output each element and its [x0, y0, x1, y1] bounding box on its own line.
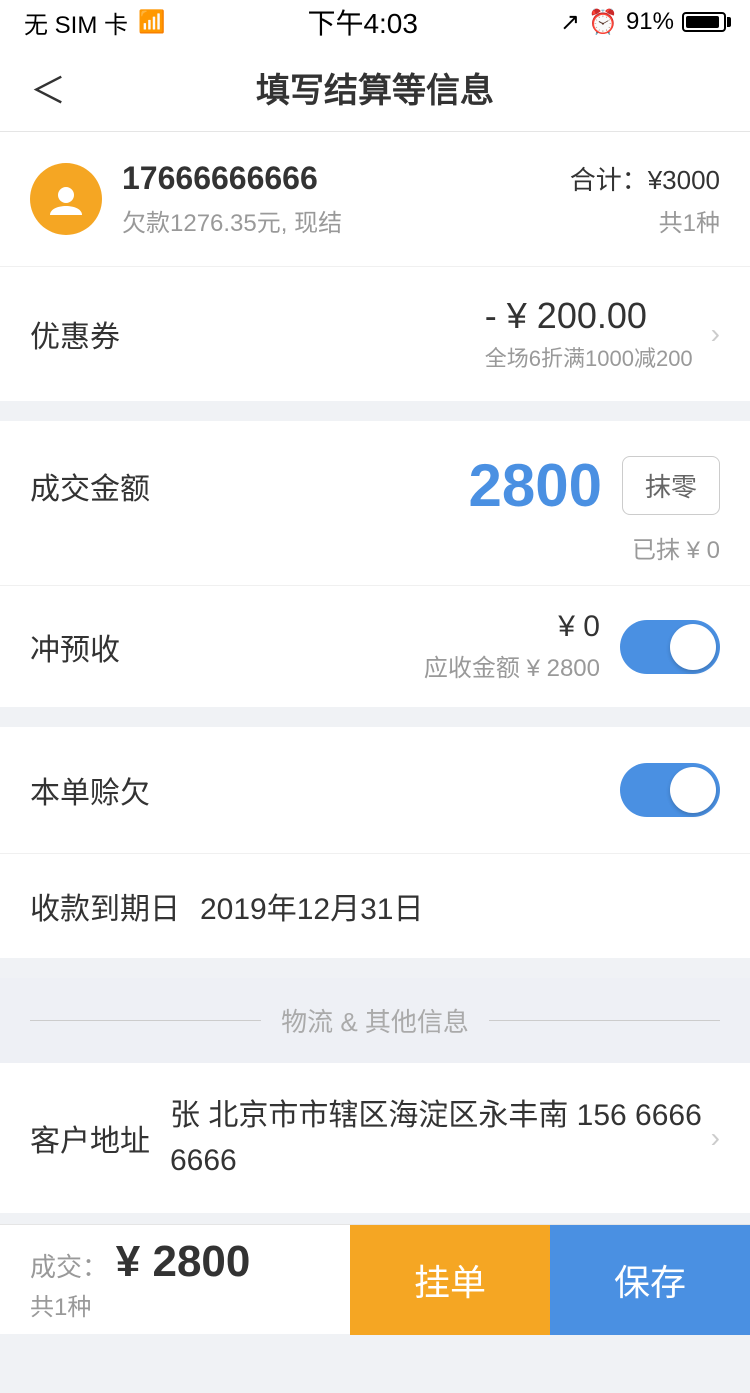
address-label: 客户地址 [30, 1116, 150, 1160]
divider-line-left [30, 1020, 261, 1021]
address-chevron-icon: › [711, 1122, 720, 1154]
coupon-chevron-icon: › [711, 318, 720, 350]
logistics-divider: 物流 & 其他信息 [0, 978, 750, 1063]
customer-debt: 欠款1276.35元, 现结 [122, 203, 342, 238]
address-value: 张 北京市市辖区海淀区永丰南 156 6666 6666 [170, 1093, 703, 1183]
bottom-summary: 成交： ¥ 2800 共1种 [0, 1237, 350, 1322]
prepay-row: 冲预收 ¥ 0 应收金额 ¥ 2800 [0, 585, 750, 707]
status-right: ↗ ⏰ 91% [560, 8, 726, 37]
customer-row: 17666666666 欠款1276.35元, 现结 合计：¥3000 共1种 [0, 132, 750, 266]
deal-sub: 已抹 ¥ 0 [0, 530, 750, 585]
battery-fill [686, 16, 719, 28]
coupon-label: 优惠券 [30, 312, 120, 356]
customer-left: 17666666666 欠款1276.35元, 现结 [30, 160, 342, 238]
coupon-right: - ¥ 200.00 全场6折满1000减200 › [485, 295, 720, 373]
prepay-amount: ¥ 0 [424, 610, 600, 644]
customer-info: 17666666666 欠款1276.35元, 现结 [122, 160, 342, 238]
save-button[interactable]: 保存 [550, 1225, 750, 1335]
hold-button[interactable]: 挂单 [350, 1225, 550, 1335]
deal-card: 成交金额 2800 抹零 已抹 ¥ 0 冲预收 ¥ 0 应收金额 ¥ 2800 [0, 421, 750, 707]
logistics-label: 物流 & 其他信息 [281, 1002, 469, 1039]
toggle-knob [670, 624, 716, 670]
credit-row: 本单赊欠 [0, 727, 750, 853]
due-date-label: 收款到期日 [30, 884, 180, 928]
due-date-value: 2019年12月31日 [200, 884, 423, 928]
address-row[interactable]: 客户地址 张 北京市市辖区海淀区永丰南 156 6666 6666 › [0, 1063, 750, 1213]
customer-phone: 17666666666 [122, 160, 342, 197]
total-label: 合计：¥3000 [570, 160, 720, 197]
deal-amount: 2800 [469, 451, 602, 520]
due-date-row: 收款到期日 2019年12月31日 [0, 853, 750, 958]
credit-toggle-knob [670, 767, 716, 813]
round-button[interactable]: 抹零 [622, 456, 720, 515]
credit-label: 本单赊欠 [30, 768, 150, 812]
coupon-row[interactable]: 优惠券 - ¥ 200.00 全场6折满1000减200 › [0, 266, 750, 401]
location-icon: ↗ [560, 8, 580, 37]
prepay-right: ¥ 0 应收金额 ¥ 2800 [424, 610, 720, 683]
credit-card: 本单赊欠 收款到期日 2019年12月31日 [0, 727, 750, 958]
bottom-deal-row: 成交： ¥ 2800 [30, 1237, 320, 1287]
bottom-amount: ¥ 2800 [116, 1237, 251, 1286]
bottom-deal-label: 成交： [30, 1252, 108, 1282]
coupon-desc: 全场6折满1000减200 [485, 341, 693, 373]
bottom-bar: 成交： ¥ 2800 共1种 挂单 保存 [0, 1224, 750, 1334]
prepay-values: ¥ 0 应收金额 ¥ 2800 [424, 610, 600, 683]
time-label: 下午4:03 [307, 2, 418, 42]
coupon-info: - ¥ 200.00 全场6折满1000减200 [485, 295, 693, 373]
page-title: 填写结算等信息 [256, 63, 494, 112]
battery-indicator [682, 12, 726, 32]
alarm-icon: ⏰ [588, 8, 618, 37]
avatar [30, 163, 102, 235]
deal-row: 成交金额 2800 抹零 [0, 421, 750, 530]
carrier-label: 无 SIM 卡 [24, 5, 128, 40]
prepay-label: 冲预收 [30, 625, 120, 669]
coupon-amount: - ¥ 200.00 [485, 295, 693, 337]
status-left: 无 SIM 卡 📶 [24, 5, 165, 40]
credit-toggle[interactable] [620, 763, 720, 817]
battery-label: 91% [626, 8, 674, 36]
wifi-icon: 📶 [138, 9, 165, 35]
customer-card: 17666666666 欠款1276.35元, 现结 合计：¥3000 共1种 … [0, 132, 750, 401]
divider-line-right [489, 1020, 720, 1021]
back-button[interactable]: ＜ [30, 62, 66, 114]
bottom-count: 共1种 [30, 1287, 320, 1322]
prepay-sub: 应收金额 ¥ 2800 [424, 648, 600, 683]
address-card[interactable]: 客户地址 张 北京市市辖区海淀区永丰南 156 6666 6666 › [0, 1063, 750, 1213]
nav-bar: ＜ 填写结算等信息 [0, 44, 750, 132]
prepay-toggle[interactable] [620, 620, 720, 674]
content-area: 17666666666 欠款1276.35元, 现结 合计：¥3000 共1种 … [0, 132, 750, 1393]
status-bar: 无 SIM 卡 📶 下午4:03 ↗ ⏰ 91% [0, 0, 750, 44]
deal-right: 2800 抹零 [469, 451, 721, 520]
total-count: 共1种 [570, 203, 720, 238]
customer-right: 合计：¥3000 共1种 [570, 160, 720, 238]
deal-label: 成交金额 [30, 464, 150, 508]
